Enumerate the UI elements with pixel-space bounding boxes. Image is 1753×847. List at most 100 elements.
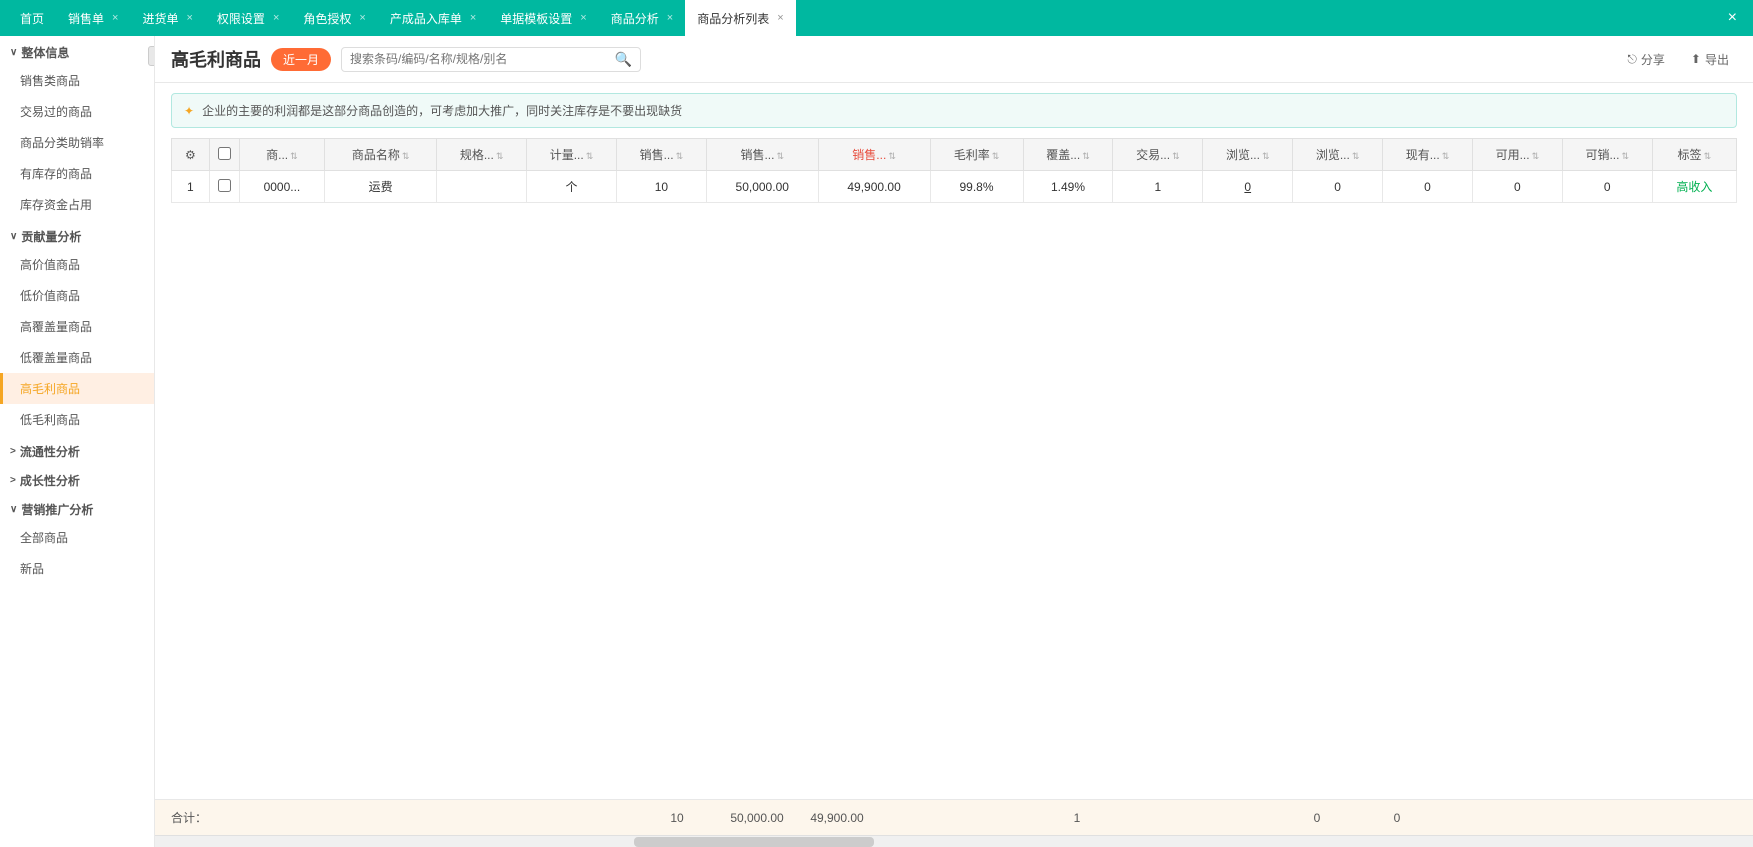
- top-nav: 首页 销售单 × 进货单 × 权限设置 × 角色授权 × 产成品入库单 × 单据…: [0, 0, 1753, 36]
- footer-values: 10 50,000.00 49,900.00 1 0 0: [237, 811, 1437, 825]
- select-all-checkbox[interactable]: [218, 147, 231, 160]
- growth-arrow: >: [10, 475, 16, 486]
- col-checkbox: [209, 139, 239, 171]
- nav-sales[interactable]: 销售单 ×: [56, 0, 130, 36]
- horizontal-scrollbar[interactable]: [155, 835, 1753, 847]
- sidebar-item-category-rate[interactable]: 商品分类助销率: [0, 127, 154, 158]
- nav-role[interactable]: 角色授权 ×: [291, 0, 377, 36]
- row-select-checkbox[interactable]: [218, 179, 231, 192]
- close-analysis-tab[interactable]: ×: [667, 12, 673, 24]
- contribution-arrow: ∨: [10, 231, 17, 242]
- sidebar-collapse-btn[interactable]: «: [148, 46, 155, 66]
- col-settings[interactable]: ⚙: [172, 139, 210, 171]
- footer-sales-qty: 10: [637, 811, 717, 825]
- search-icon[interactable]: 🔍: [615, 51, 632, 68]
- sidebar-item-low-coverage[interactable]: 低覆盖量商品: [0, 342, 154, 373]
- close-purchase-tab[interactable]: ×: [186, 12, 192, 24]
- sidebar-item-in-stock[interactable]: 有库存的商品: [0, 158, 154, 189]
- sidebar-item-sales-goods[interactable]: 销售类商品: [0, 65, 154, 96]
- info-banner: ✦ 企业的主要的利润都是这部分商品创造的，可考虑加大推广，同时关注库存是不要出现…: [171, 93, 1737, 128]
- close-template-tab[interactable]: ×: [580, 12, 586, 24]
- date-filter-btn[interactable]: 近一月: [271, 48, 331, 71]
- table-row: 1 0000... 运费 个 10 50,000.00 49,900.00 99…: [172, 171, 1737, 203]
- footer-trade: 1: [1037, 811, 1117, 825]
- sidebar-item-high-value[interactable]: 高价值商品: [0, 249, 154, 280]
- footer-spacer2: [877, 811, 957, 825]
- footer-available: 0: [1357, 811, 1437, 825]
- nav-analysis[interactable]: 商品分析 ×: [599, 0, 685, 36]
- close-role-tab[interactable]: ×: [359, 12, 365, 24]
- row-sales-amount: 50,000.00: [706, 171, 818, 203]
- export-btn[interactable]: ⬆ 导出: [1683, 47, 1737, 72]
- col-sales-cost[interactable]: 销售...⇅: [818, 139, 930, 171]
- sidebar-item-all-goods[interactable]: 全部商品: [0, 522, 154, 553]
- sidebar-group-growth[interactable]: > 成长性分析: [0, 464, 154, 493]
- col-current-stock[interactable]: 现有...⇅: [1383, 139, 1473, 171]
- sidebar-item-traded-goods[interactable]: 交易过的商品: [0, 96, 154, 127]
- row-sellable: 0: [1562, 171, 1652, 203]
- sidebar-group-liquidity[interactable]: > 流通性分析: [0, 435, 154, 464]
- close-sales-tab[interactable]: ×: [112, 12, 118, 24]
- sidebar-group-marketing[interactable]: ∨ 营销推广分析: [0, 493, 154, 522]
- row-sales-cost: 49,900.00: [818, 171, 930, 203]
- col-trade[interactable]: 交易...⇅: [1113, 139, 1203, 171]
- footer-spacer4: [1117, 811, 1197, 825]
- row-gross-margin: 99.8%: [930, 171, 1023, 203]
- nav-inbound[interactable]: 产成品入库单 ×: [378, 0, 488, 36]
- row-checkbox[interactable]: [209, 171, 239, 203]
- col-tag[interactable]: 标签⇅: [1652, 139, 1736, 171]
- footer-spacer5: [1197, 811, 1277, 825]
- sidebar-group-overall[interactable]: ∨ 整体信息: [0, 36, 154, 65]
- close-permission-tab[interactable]: ×: [273, 12, 279, 24]
- col-sales-qty[interactable]: 销售...⇅: [616, 139, 706, 171]
- col-sellable[interactable]: 可销...⇅: [1562, 139, 1652, 171]
- footer-summary: 合计： 10 50,000.00 49,900.00 1 0 0: [155, 799, 1753, 835]
- footer-spacer3: [957, 811, 1037, 825]
- sidebar-item-stock-capital[interactable]: 库存资金占用: [0, 189, 154, 220]
- col-views1[interactable]: 浏览...⇅: [1203, 139, 1293, 171]
- data-table: ⚙ 商...⇅ 商品名称⇅ 规格...⇅ 计量...⇅ 销售...⇅ 销售...…: [171, 138, 1737, 203]
- row-sales-qty: 10: [616, 171, 706, 203]
- sidebar-item-low-value[interactable]: 低价值商品: [0, 280, 154, 311]
- row-coverage: 1.49%: [1023, 171, 1113, 203]
- export-icon: ⬆: [1691, 52, 1701, 66]
- col-views2[interactable]: 浏览...⇅: [1293, 139, 1383, 171]
- col-unit[interactable]: 计量...⇅: [527, 139, 617, 171]
- info-icon: ✦: [184, 104, 194, 118]
- col-name[interactable]: 商品名称⇅: [325, 139, 437, 171]
- sidebar-item-new-goods[interactable]: 新品: [0, 553, 154, 584]
- col-sales-amount[interactable]: 销售...⇅: [706, 139, 818, 171]
- close-inbound-tab[interactable]: ×: [470, 12, 476, 24]
- row-code: 0000...: [239, 171, 324, 203]
- nav-analysis-list[interactable]: 商品分析列表 ×: [685, 0, 795, 36]
- col-spec[interactable]: 规格...⇅: [437, 139, 527, 171]
- footer-sales-amount: 50,000.00: [717, 811, 797, 825]
- share-icon: ⎋: [1627, 52, 1637, 67]
- sidebar-item-low-margin[interactable]: 低毛利商品: [0, 404, 154, 435]
- row-trade: 1: [1113, 171, 1203, 203]
- nav-template[interactable]: 单据模板设置 ×: [488, 0, 598, 36]
- liquidity-arrow: >: [10, 446, 16, 457]
- sidebar-item-high-margin[interactable]: 高毛利商品: [0, 373, 154, 404]
- row-views1[interactable]: 0: [1203, 171, 1293, 203]
- col-gross-margin[interactable]: 毛利率⇅: [930, 139, 1023, 171]
- nav-home[interactable]: 首页: [8, 0, 56, 36]
- sidebar-group-contribution[interactable]: ∨ 贡献量分析: [0, 220, 154, 249]
- col-coverage[interactable]: 覆盖...⇅: [1023, 139, 1113, 171]
- row-current-stock: 0: [1383, 171, 1473, 203]
- nav-purchase[interactable]: 进货单 ×: [130, 0, 204, 36]
- sidebar: « ∨ 整体信息 销售类商品 交易过的商品 商品分类助销率 有库存的商品 库存资…: [0, 36, 155, 847]
- close-all-tabs[interactable]: ×: [1720, 9, 1745, 27]
- sidebar-item-high-coverage[interactable]: 高覆盖量商品: [0, 311, 154, 342]
- close-analysis-list-tab[interactable]: ×: [777, 12, 783, 24]
- row-spec: [437, 171, 527, 203]
- nav-permission[interactable]: 权限设置 ×: [205, 0, 291, 36]
- share-btn[interactable]: ⎋ 分享: [1619, 47, 1673, 72]
- search-input[interactable]: [350, 52, 609, 66]
- row-unit: 个: [527, 171, 617, 203]
- search-box: 🔍: [341, 47, 641, 72]
- col-code[interactable]: 商...⇅: [239, 139, 324, 171]
- page-title: 高毛利商品: [171, 46, 261, 72]
- col-available[interactable]: 可用...⇅: [1472, 139, 1562, 171]
- scrollbar-thumb[interactable]: [634, 837, 874, 847]
